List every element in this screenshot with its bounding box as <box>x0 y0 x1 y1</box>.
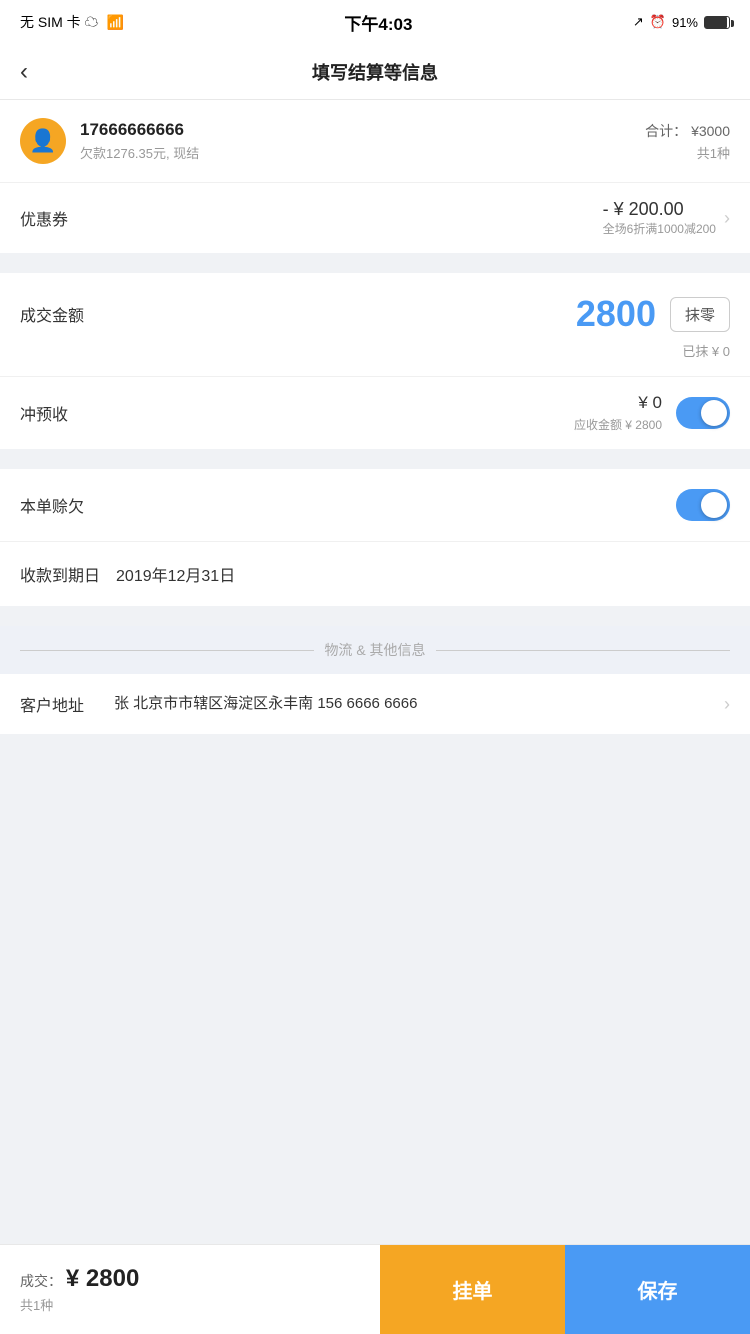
sim-label: 无 SIM 卡 ☁ <box>20 12 99 32</box>
logistics-label: 物流 & 其他信息 <box>324 640 425 660</box>
prepay-label: 冲预收 <box>20 401 68 425</box>
due-date-label: 收款到期日 <box>20 562 100 586</box>
battery-fill <box>705 17 727 28</box>
alarm-icon: ⏰ <box>650 14 666 30</box>
status-time: 下午4:03 <box>344 10 412 35</box>
deal-row: 成交金额 2800 抹零 <box>0 273 750 341</box>
battery-bar <box>704 16 730 29</box>
bottom-summary: 成交： ¥ 2800 共1种 <box>0 1265 380 1314</box>
status-right: ↗ ⏰ 91% <box>633 14 730 30</box>
gray-filler <box>0 744 750 924</box>
debt-card: 本单赊欠 收款到期日 2019年12月31日 <box>0 469 750 606</box>
section-divider-1 <box>0 263 750 273</box>
prepay-amount: ¥ 0 <box>574 393 662 413</box>
pending-button[interactable]: 挂单 <box>380 1245 565 1334</box>
avatar: 👤 <box>20 118 66 164</box>
address-row[interactable]: 客户地址 张 北京市市辖区海淀区永丰南 156 6666 6666 › <box>0 674 750 734</box>
coupon-info: - ¥ 200.00 全场6折满1000减200 <box>603 199 716 237</box>
user-info-card: 👤 17666666666 欠款1276.35元, 现结 合计： ¥3000 共… <box>0 100 750 253</box>
total-label: 合计： ¥3000 <box>645 121 730 141</box>
save-button[interactable]: 保存 <box>565 1245 750 1334</box>
user-phone: 17666666666 <box>80 120 199 140</box>
chevron-right-icon: › <box>724 208 730 229</box>
section-divider-3 <box>0 616 750 626</box>
battery-percent: 91% <box>672 15 698 30</box>
bottom-deal-label: 成交： ¥ 2800 <box>20 1265 360 1293</box>
section-divider-2 <box>0 459 750 469</box>
address-chevron-icon: › <box>724 694 730 715</box>
user-info: 17666666666 欠款1276.35元, 现结 <box>80 120 199 162</box>
due-date-row: 收款到期日 2019年12月31日 <box>0 541 750 606</box>
deal-right: 2800 抹零 <box>576 293 730 335</box>
status-bar: 无 SIM 卡 ☁ 📶 下午4:03 ↗ ⏰ 91% <box>0 0 750 44</box>
logistics-line-left <box>20 650 314 651</box>
logistics-line-right <box>436 650 730 651</box>
deal-amount: 2800 <box>576 293 656 335</box>
coupon-amount: - ¥ 200.00 <box>603 199 716 220</box>
deal-sub: 已抹 ¥ 0 <box>0 341 750 376</box>
content: 👤 17666666666 欠款1276.35元, 现结 合计： ¥3000 共… <box>0 100 750 1014</box>
debt-toggle[interactable] <box>676 489 730 521</box>
debt-row: 本单赊欠 <box>0 469 750 541</box>
nav-header: ‹ 填写结算等信息 <box>0 44 750 100</box>
deal-card: 成交金额 2800 抹零 已抹 ¥ 0 冲预收 ¥ 0 应收金额 ¥ 2800 <box>0 273 750 449</box>
address-card: 客户地址 张 北京市市辖区海淀区永丰南 156 6666 6666 › <box>0 674 750 734</box>
prepay-toggle[interactable] <box>676 397 730 429</box>
prepay-sub: 应收金额 ¥ 2800 <box>574 416 662 433</box>
page-title: 填写结算等信息 <box>312 59 438 85</box>
prepay-info: ¥ 0 应收金额 ¥ 2800 <box>574 393 662 433</box>
coupon-description: 全场6折满1000减200 <box>603 220 716 237</box>
bottom-count: 共1种 <box>20 1295 360 1314</box>
deal-label: 成交金额 <box>20 302 84 326</box>
coupon-row[interactable]: 优惠券 - ¥ 200.00 全场6折满1000减200 › <box>0 182 750 253</box>
due-date-value: 2019年12月31日 <box>116 562 235 586</box>
user-row: 👤 17666666666 欠款1276.35元, 现结 合计： ¥3000 共… <box>0 100 750 182</box>
status-left: 无 SIM 卡 ☁ 📶 <box>20 12 124 32</box>
total-count: 共1种 <box>645 143 730 162</box>
prepay-row: 冲预收 ¥ 0 应收金额 ¥ 2800 <box>0 376 750 449</box>
debt-label: 本单赊欠 <box>20 493 84 517</box>
bottom-bar: 成交： ¥ 2800 共1种 挂单 保存 <box>0 1244 750 1334</box>
coupon-label: 优惠券 <box>20 206 68 230</box>
user-debt-info: 欠款1276.35元, 现结 <box>80 143 199 162</box>
location-icon: ↗ <box>633 14 644 30</box>
user-right: 合计： ¥3000 共1种 <box>645 121 730 162</box>
bottom-amount: ¥ 2800 <box>66 1265 139 1292</box>
back-button[interactable]: ‹ <box>20 50 36 94</box>
round-button[interactable]: 抹零 <box>670 297 730 332</box>
address-label: 客户地址 <box>20 692 100 716</box>
user-left: 👤 17666666666 欠款1276.35元, 现结 <box>20 118 199 164</box>
coupon-right: - ¥ 200.00 全场6折满1000减200 › <box>603 199 730 237</box>
avatar-icon: 👤 <box>29 128 56 154</box>
logistics-section-header: 物流 & 其他信息 <box>0 626 750 674</box>
prepay-right: ¥ 0 应收金额 ¥ 2800 <box>574 393 730 433</box>
total-amount: ¥3000 <box>691 123 730 139</box>
address-value: 张 北京市市辖区海淀区永丰南 156 6666 6666 <box>114 693 710 716</box>
wifi-icon: 📶 <box>107 14 124 31</box>
